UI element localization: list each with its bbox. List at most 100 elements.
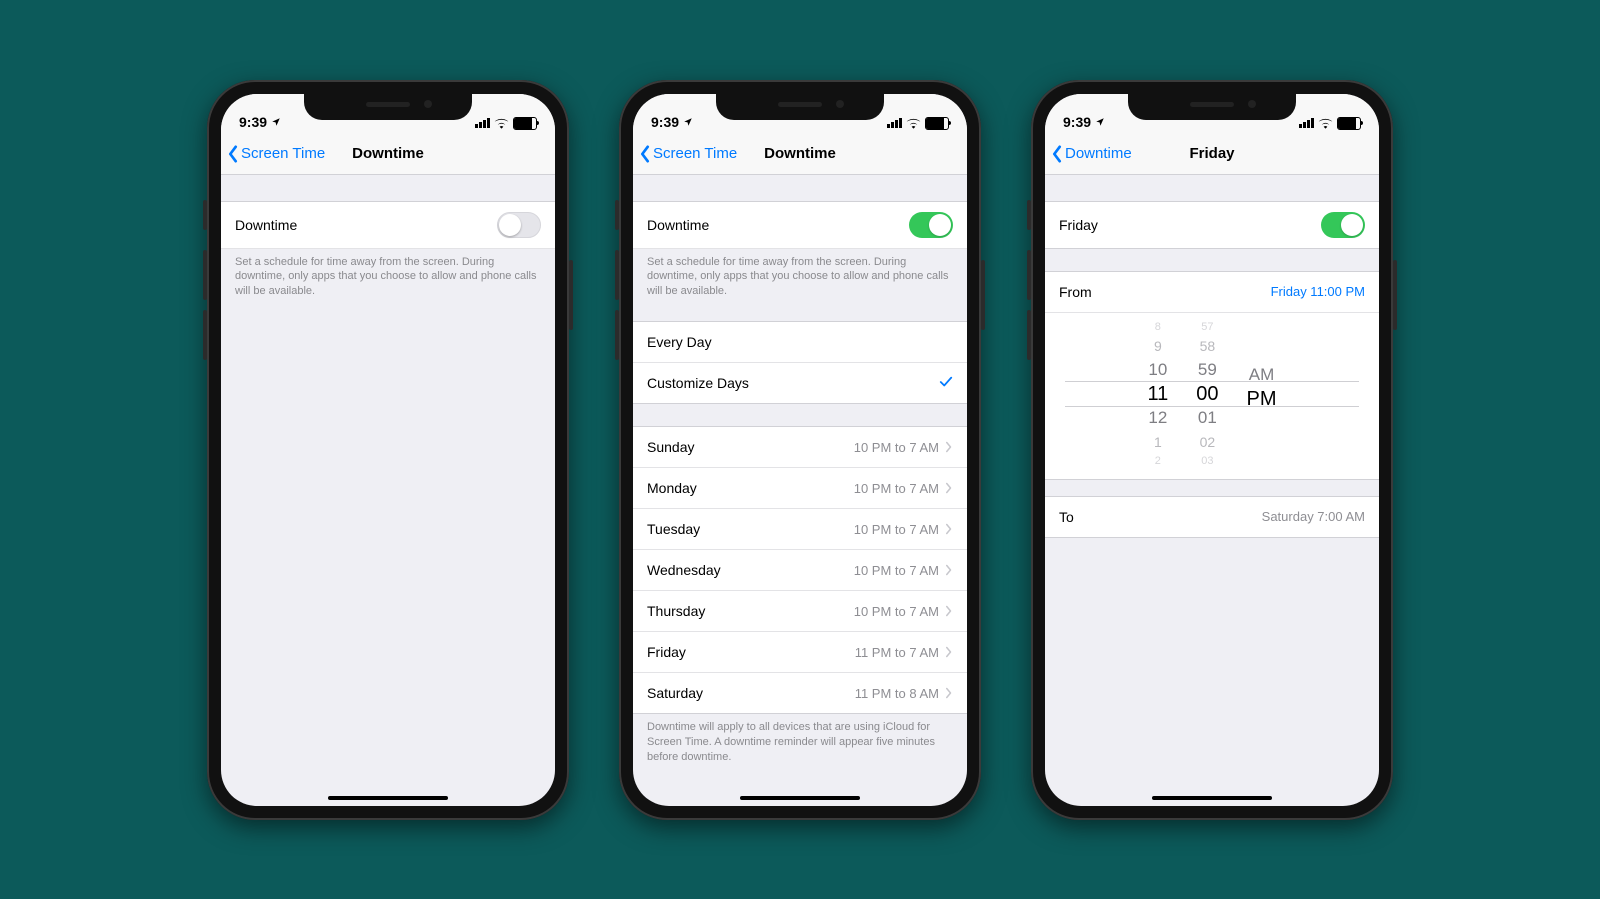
back-label: Downtime	[1065, 145, 1132, 162]
day-row-monday[interactable]: Monday 10 PM to 7 AM	[633, 468, 967, 509]
from-value: Friday 11:00 PM	[1271, 284, 1365, 299]
wifi-icon	[494, 117, 509, 129]
location-icon	[683, 117, 693, 127]
chevron-right-icon	[945, 564, 953, 576]
day-time: 11 PM to 8 AM	[855, 686, 953, 701]
chevron-right-icon	[945, 687, 953, 699]
signal-icon	[475, 118, 490, 128]
day-name: Wednesday	[647, 562, 721, 578]
downtime-footer: Set a schedule for time away from the sc…	[221, 249, 555, 306]
chevron-right-icon	[945, 482, 953, 494]
downtime-footer-2: Downtime will apply to all devices that …	[633, 714, 967, 771]
signal-icon	[1299, 118, 1314, 128]
day-row-tuesday[interactable]: Tuesday 10 PM to 7 AM	[633, 509, 967, 550]
back-button[interactable]: Screen Time	[639, 145, 737, 163]
day-row-thursday[interactable]: Thursday10 PM to 7 AM	[633, 591, 967, 632]
status-time: 9:39	[1063, 114, 1091, 130]
picker-option[interactable]: 12	[1148, 406, 1167, 430]
day-name: Tuesday	[647, 521, 700, 537]
day-row-wednesday[interactable]: Wednesday 10 PM to 7 AM	[633, 550, 967, 591]
to-label: To	[1059, 509, 1074, 525]
home-indicator[interactable]	[740, 796, 860, 800]
picker-option[interactable]: 9	[1154, 334, 1162, 358]
picker-option[interactable]: 01	[1198, 406, 1217, 430]
battery-icon	[1337, 117, 1361, 130]
nav-title: Downtime	[352, 145, 424, 162]
customize-days-label: Customize Days	[647, 375, 749, 391]
home-indicator[interactable]	[328, 796, 448, 800]
day-time: 10 PM to 7 AM	[854, 481, 953, 496]
to-value: Saturday 7:00 AM	[1262, 509, 1365, 524]
chevron-left-icon	[1051, 145, 1063, 163]
wifi-icon	[906, 117, 921, 129]
picker-option[interactable]: 02	[1200, 430, 1216, 454]
friday-toggle[interactable]	[1321, 212, 1365, 238]
customize-days-row[interactable]: Customize Days	[633, 363, 967, 404]
day-time: 10 PM to 7 AM	[854, 563, 953, 578]
day-name: Saturday	[647, 685, 703, 701]
nav-bar: Downtime Friday	[1045, 134, 1379, 175]
picker-option[interactable]: 10	[1148, 358, 1167, 382]
picker-option[interactable]: 59	[1198, 358, 1217, 382]
battery-icon	[925, 117, 949, 130]
picker-option[interactable]: 2	[1155, 454, 1161, 468]
phone-2: 9:39 Screen Time Downtime Downtime	[619, 80, 981, 820]
wifi-icon	[1318, 117, 1333, 129]
picker-option[interactable]: AM	[1249, 363, 1275, 387]
day-name: Thursday	[647, 603, 705, 619]
time-picker[interactable]: 8910111212 57585900010203 AMPM	[1045, 313, 1379, 480]
notch	[1128, 94, 1296, 120]
every-day-label: Every Day	[647, 334, 712, 350]
downtime-toggle-off[interactable]	[497, 212, 541, 238]
downtime-toggle-on[interactable]	[909, 212, 953, 238]
day-name: Monday	[647, 480, 697, 496]
friday-label: Friday	[1059, 217, 1098, 233]
downtime-toggle-row[interactable]: Downtime	[633, 201, 967, 249]
downtime-footer: Set a schedule for time away from the sc…	[633, 249, 967, 306]
back-label: Screen Time	[653, 145, 737, 162]
day-row-saturday[interactable]: Saturday 11 PM to 8 AM	[633, 673, 967, 714]
picker-option[interactable]: 57	[1201, 320, 1213, 334]
day-time: 10 PM to 7 AM	[854, 440, 953, 455]
nav-bar: Screen Time Downtime	[221, 134, 555, 175]
back-button[interactable]: Screen Time	[227, 145, 325, 163]
chevron-right-icon	[945, 523, 953, 535]
signal-icon	[887, 118, 902, 128]
home-indicator[interactable]	[1152, 796, 1272, 800]
day-time: 10 PM to 7 AM	[854, 522, 953, 537]
status-time: 9:39	[651, 114, 679, 130]
to-row[interactable]: To Saturday 7:00 AM	[1045, 496, 1379, 538]
picker-option[interactable]: PM	[1247, 387, 1277, 411]
day-row-friday[interactable]: Friday11 PM to 7 AM	[633, 632, 967, 673]
chevron-left-icon	[639, 145, 651, 163]
nav-bar: Screen Time Downtime	[633, 134, 967, 175]
checkmark-icon	[939, 375, 953, 392]
notch	[716, 94, 884, 120]
from-row[interactable]: From Friday 11:00 PM	[1045, 271, 1379, 313]
downtime-toggle-row[interactable]: Downtime	[221, 201, 555, 249]
picker-option[interactable]: 11	[1147, 382, 1168, 406]
location-icon	[271, 117, 281, 127]
picker-option[interactable]: 03	[1201, 454, 1213, 468]
location-icon	[1095, 117, 1105, 127]
picker-option[interactable]: 1	[1154, 430, 1162, 454]
downtime-label: Downtime	[647, 217, 709, 233]
from-label: From	[1059, 284, 1092, 300]
chevron-right-icon	[945, 441, 953, 453]
picker-option[interactable]: 8	[1155, 320, 1161, 334]
chevron-right-icon	[945, 646, 953, 658]
downtime-label: Downtime	[235, 217, 297, 233]
phone-1: 9:39 Screen Time Downtime Downtime	[207, 80, 569, 820]
picker-option[interactable]: 00	[1196, 382, 1218, 406]
notch	[304, 94, 472, 120]
nav-title: Downtime	[764, 145, 836, 162]
phone-3: 9:39 Downtime Friday Friday	[1031, 80, 1393, 820]
day-time: 11 PM to 7 AM	[855, 645, 953, 660]
friday-toggle-row[interactable]: Friday	[1045, 201, 1379, 249]
picker-option[interactable]: 58	[1200, 334, 1216, 358]
every-day-row[interactable]: Every Day	[633, 321, 967, 363]
chevron-left-icon	[227, 145, 239, 163]
day-row-sunday[interactable]: Sunday10 PM to 7 AM	[633, 426, 967, 468]
status-time: 9:39	[239, 114, 267, 130]
back-button[interactable]: Downtime	[1051, 145, 1132, 163]
